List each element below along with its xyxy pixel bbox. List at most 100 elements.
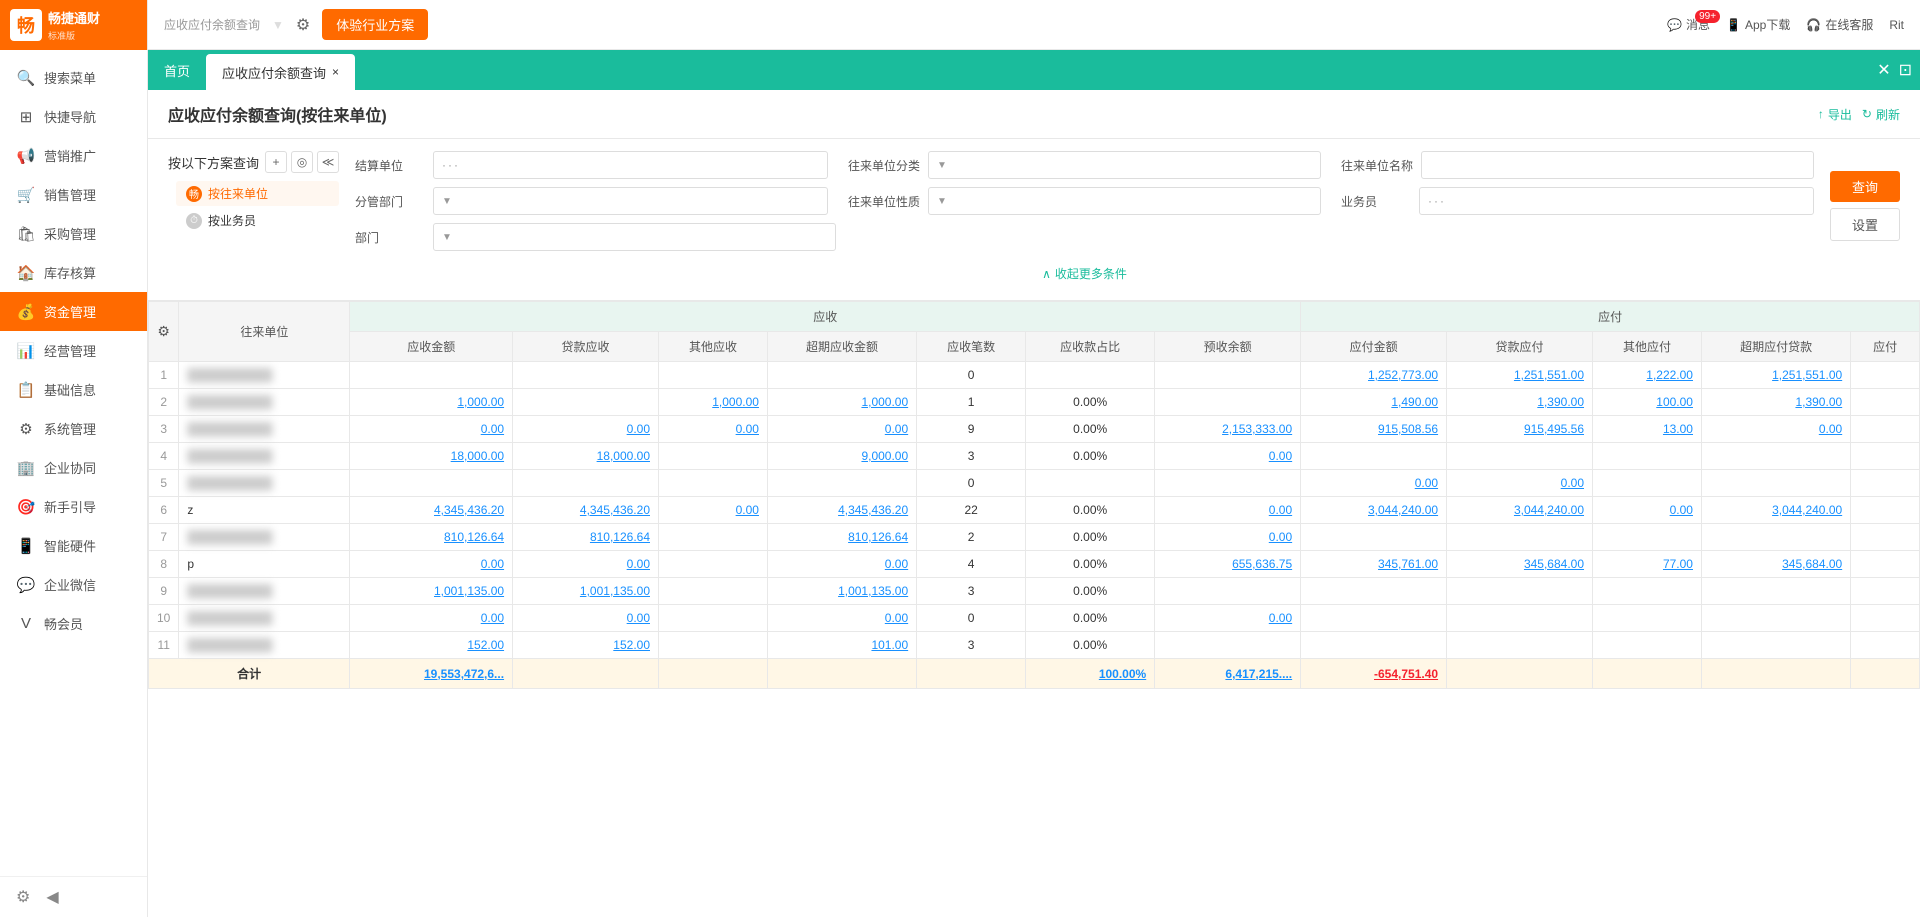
row-ar_loan-8[interactable]: 1,001,135.00 [513, 578, 659, 605]
row-ar_overdue-6[interactable]: 810,126.64 [767, 524, 916, 551]
sidebar-settings-icon[interactable]: ⚙ [16, 887, 30, 907]
row-ap_other-7[interactable]: 77.00 [1593, 551, 1702, 578]
filter-option-by-staff[interactable]: ⏱ 按业务员 [176, 208, 339, 233]
row-ap_overdue-1[interactable]: 1,390.00 [1701, 389, 1850, 416]
row-ar_advance-7[interactable]: 655,636.75 [1155, 551, 1301, 578]
sidebar-item-sys-mgmt[interactable]: ⚙系统管理 [0, 409, 147, 448]
settlement-unit-input[interactable]: ··· [433, 151, 828, 179]
add-scheme-icon[interactable]: + [265, 151, 287, 173]
row-ar_amount-7[interactable]: 0.00 [350, 551, 513, 578]
row-ar_loan-7[interactable]: 0.00 [513, 551, 659, 578]
partner-nature-input[interactable]: ▼ [928, 187, 1321, 215]
row-ar_loan-6[interactable]: 810,126.64 [513, 524, 659, 551]
row-ap_amount-5[interactable]: 3,044,240.00 [1301, 497, 1447, 524]
row-ar_loan-10[interactable]: 152.00 [513, 632, 659, 659]
row-ap_overdue-0[interactable]: 1,251,551.00 [1701, 362, 1850, 389]
row-ap_loan-2[interactable]: 915,495.56 [1447, 416, 1593, 443]
partner-name-input[interactable] [1421, 151, 1814, 179]
row-ar_advance-6[interactable]: 0.00 [1155, 524, 1301, 551]
row-ar_overdue-9[interactable]: 0.00 [767, 605, 916, 632]
sidebar-item-quick-nav[interactable]: ⊞快捷导航 [0, 97, 147, 136]
row-ar_advance-9[interactable]: 0.00 [1155, 605, 1301, 632]
sidebar-collapse-icon[interactable]: ◀ [46, 887, 58, 907]
row-ar_amount-8[interactable]: 1,001,135.00 [350, 578, 513, 605]
row-ar_amount-9[interactable]: 0.00 [350, 605, 513, 632]
tab-ar-ap-query[interactable]: 应收应付余额查询 × [206, 54, 355, 90]
row-ar_amount-5[interactable]: 4,345,436.20 [350, 497, 513, 524]
row-ar_other-2[interactable]: 0.00 [659, 416, 768, 443]
total-ar-amount[interactable]: 19,553,472,6... [350, 659, 513, 689]
sidebar-item-capital[interactable]: 💰资金管理 [0, 292, 147, 331]
row-ar_advance-5[interactable]: 0.00 [1155, 497, 1301, 524]
sidebar-item-marketing[interactable]: 📢营销推广 [0, 136, 147, 175]
sidebar-item-purchase[interactable]: 🛍采购管理 [0, 214, 147, 253]
row-ar_overdue-2[interactable]: 0.00 [767, 416, 916, 443]
row-ar_loan-9[interactable]: 0.00 [513, 605, 659, 632]
row-ap_amount-1[interactable]: 1,490.00 [1301, 389, 1447, 416]
header-settings-icon[interactable]: ⚙ [296, 15, 310, 35]
app-download-action[interactable]: 📱 App下载 [1726, 16, 1790, 33]
row-ar_overdue-3[interactable]: 9,000.00 [767, 443, 916, 470]
tab-home[interactable]: 首页 [148, 50, 206, 90]
sidebar-item-inventory[interactable]: 🏠库存核算 [0, 253, 147, 292]
settings-button[interactable]: 设置 [1830, 208, 1900, 241]
row-ar_loan-2[interactable]: 0.00 [513, 416, 659, 443]
row-ar_overdue-7[interactable]: 0.00 [767, 551, 916, 578]
salesperson-input[interactable]: ··· [1419, 187, 1814, 215]
row-ap_overdue-7[interactable]: 345,684.00 [1701, 551, 1850, 578]
row-ar_advance-3[interactable]: 0.00 [1155, 443, 1301, 470]
sidebar-item-search-menu[interactable]: 🔍搜索菜单 [0, 58, 147, 97]
row-ar_overdue-8[interactable]: 1,001,135.00 [767, 578, 916, 605]
row-ar_amount-3[interactable]: 18,000.00 [350, 443, 513, 470]
row-ap_amount-0[interactable]: 1,252,773.00 [1301, 362, 1447, 389]
filter-collapse[interactable]: ∧ 收起更多条件 [355, 259, 1814, 288]
solution-button[interactable]: 体验行业方案 [322, 9, 428, 40]
row-ar_loan-3[interactable]: 18,000.00 [513, 443, 659, 470]
tab-maximize[interactable]: ⊡ [1899, 60, 1912, 80]
sidebar-item-guide[interactable]: 🎯新手引导 [0, 487, 147, 526]
row-ap_amount-4[interactable]: 0.00 [1301, 470, 1447, 497]
row-ar_advance-2[interactable]: 2,153,333.00 [1155, 416, 1301, 443]
row-ap_other-2[interactable]: 13.00 [1593, 416, 1702, 443]
row-ar_loan-5[interactable]: 4,345,436.20 [513, 497, 659, 524]
sidebar-item-member[interactable]: V畅会员 [0, 604, 147, 643]
tab-close-icon[interactable]: × [332, 65, 339, 79]
edit-scheme-icon[interactable]: ◎ [291, 151, 313, 173]
row-ap_loan-1[interactable]: 1,390.00 [1447, 389, 1593, 416]
more-scheme-icon[interactable]: ≪ [317, 151, 339, 173]
row-ar_amount-6[interactable]: 810,126.64 [350, 524, 513, 551]
sidebar-item-operation[interactable]: 📊经营管理 [0, 331, 147, 370]
message-action[interactable]: 💬 消息 99+ [1667, 16, 1710, 33]
row-ap_amount-2[interactable]: 915,508.56 [1301, 416, 1447, 443]
sidebar-item-basic-info[interactable]: 📋基础信息 [0, 370, 147, 409]
row-ar_overdue-10[interactable]: 101.00 [767, 632, 916, 659]
row-ar_other-1[interactable]: 1,000.00 [659, 389, 768, 416]
sidebar-item-weixin[interactable]: 💬企业微信 [0, 565, 147, 604]
row-ar_amount-1[interactable]: 1,000.00 [350, 389, 513, 416]
branch-dept-input[interactable]: ▼ [433, 187, 828, 215]
sidebar-item-enterprise[interactable]: 🏢企业协同 [0, 448, 147, 487]
row-ap_loan-5[interactable]: 3,044,240.00 [1447, 497, 1593, 524]
user-menu[interactable]: Rit [1889, 18, 1904, 32]
row-ap_overdue-2[interactable]: 0.00 [1701, 416, 1850, 443]
query-button[interactable]: 查询 [1830, 171, 1900, 202]
row-ap_loan-0[interactable]: 1,251,551.00 [1447, 362, 1593, 389]
customer-service-action[interactable]: 🎧 在线客服 [1806, 16, 1873, 33]
dept-input[interactable]: ▼ [433, 223, 836, 251]
total-ar-advance[interactable]: 6,417,215.... [1155, 659, 1301, 689]
row-ap_overdue-5[interactable]: 3,044,240.00 [1701, 497, 1850, 524]
export-button[interactable]: ↑ 导出 [1818, 106, 1852, 123]
partner-category-input[interactable]: ▼ [928, 151, 1321, 179]
row-ar_other-5[interactable]: 0.00 [659, 497, 768, 524]
table-settings-header[interactable]: ⚙ [149, 302, 179, 362]
row-ap_other-0[interactable]: 1,222.00 [1593, 362, 1702, 389]
sidebar-item-smart-hw[interactable]: 📱智能硬件 [0, 526, 147, 565]
total-ap-amount[interactable]: -654,751.40 [1301, 659, 1447, 689]
row-ar_amount-10[interactable]: 152.00 [350, 632, 513, 659]
row-ap_loan-4[interactable]: 0.00 [1447, 470, 1593, 497]
sidebar-item-sales[interactable]: 🛒销售管理 [0, 175, 147, 214]
row-ar_amount-2[interactable]: 0.00 [350, 416, 513, 443]
row-ap_amount-7[interactable]: 345,761.00 [1301, 551, 1447, 578]
filter-option-by-unit[interactable]: 畅 按往来单位 [176, 181, 339, 206]
row-ap_other-5[interactable]: 0.00 [1593, 497, 1702, 524]
